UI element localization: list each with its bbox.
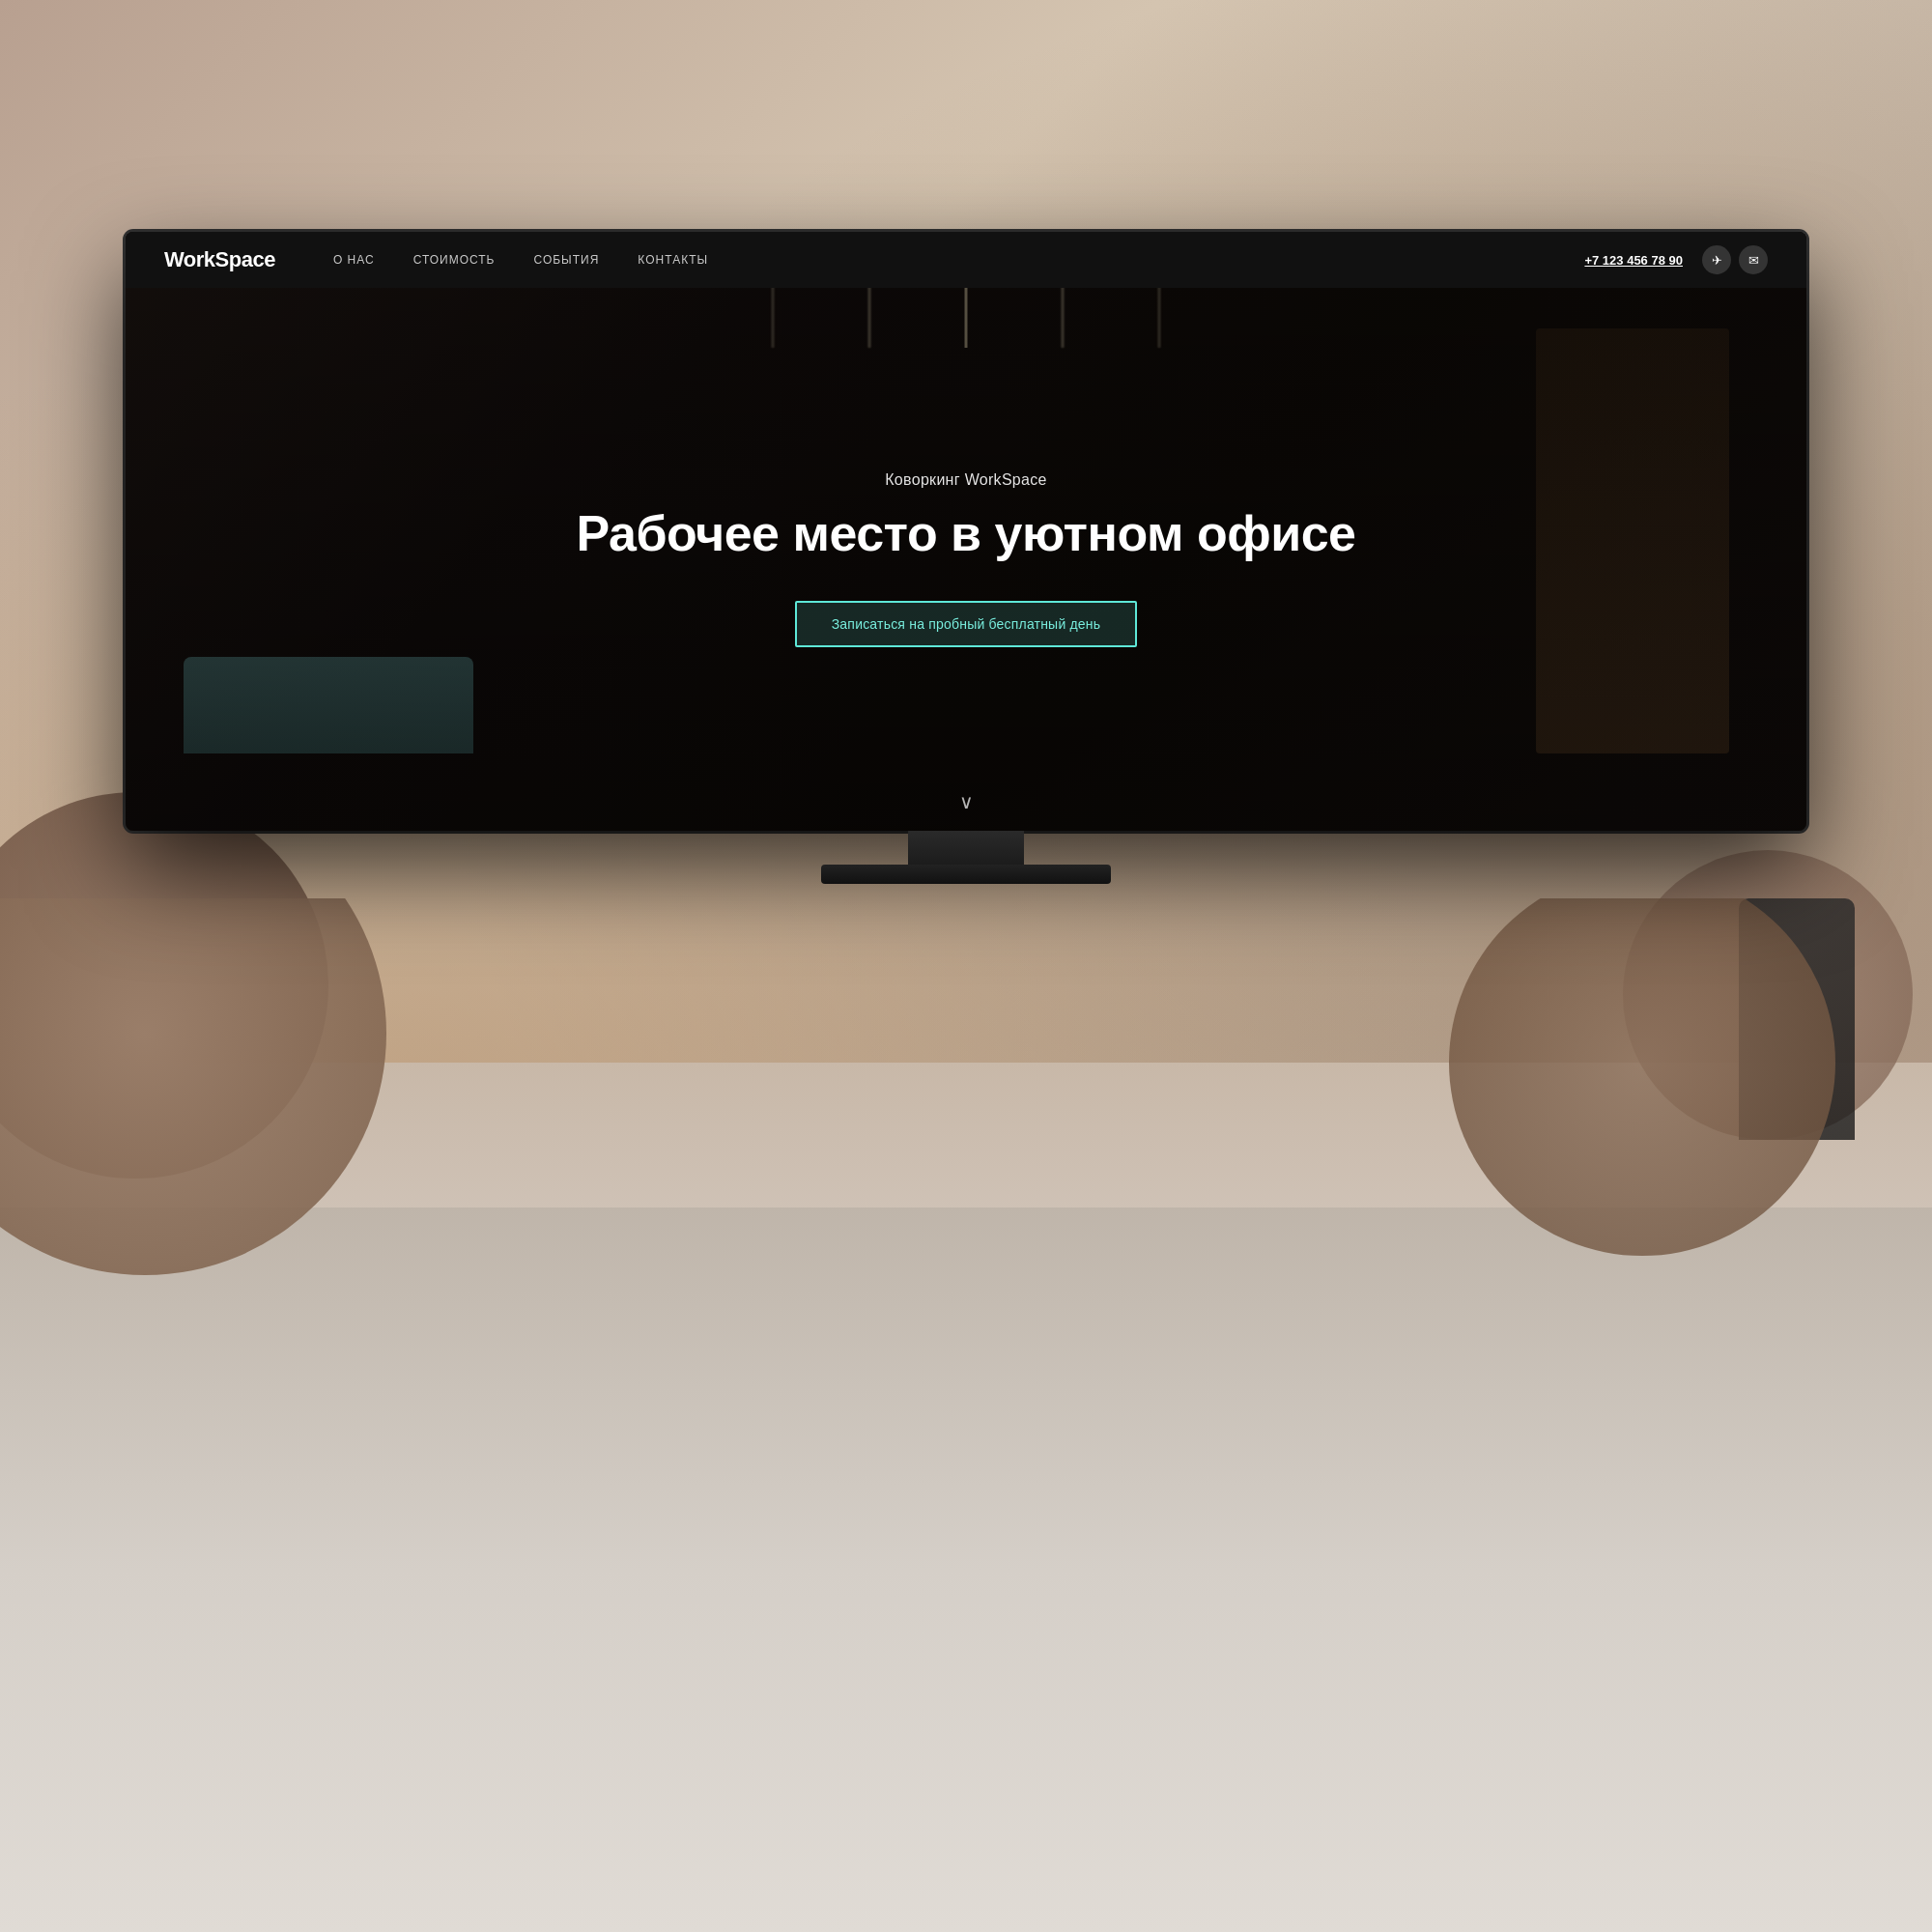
telegram-icon-button[interactable]: ✈ bbox=[1702, 245, 1731, 274]
nav-logo[interactable]: WorkSpace bbox=[164, 247, 275, 272]
monitor-base bbox=[821, 865, 1111, 884]
email-icon-button[interactable]: ✉ bbox=[1739, 245, 1768, 274]
scroll-indicator[interactable]: ∨ bbox=[959, 790, 974, 813]
nav-link-contacts[interactable]: КОНТАКТЫ bbox=[638, 253, 708, 267]
nav-link-events[interactable]: СОБЫТИЯ bbox=[534, 253, 600, 267]
hero-title: Рабочее место в уютном офисе bbox=[577, 506, 1356, 561]
nav-social-icons: ✈ ✉ bbox=[1702, 245, 1768, 274]
hero-cta-button[interactable]: Записаться на пробный бесплатный день bbox=[795, 601, 1138, 647]
nav-links: О НАС СТОИМОСТЬ СОБЫТИЯ КОНТАКТЫ bbox=[333, 253, 1585, 267]
nav-link-pricing[interactable]: СТОИМОСТЬ bbox=[413, 253, 496, 267]
bottom-background bbox=[0, 898, 1932, 1932]
hero-content: Коворкинг WorkSpace Рабочее место в уютн… bbox=[126, 288, 1806, 831]
navbar: WorkSpace О НАС СТОИМОСТЬ СОБЫТИЯ КОНТАК… bbox=[126, 232, 1806, 288]
bottom-floor bbox=[0, 1208, 1932, 1932]
monitor-stand bbox=[908, 831, 1024, 869]
hero-subtitle: Коворкинг WorkSpace bbox=[885, 471, 1047, 489]
website: WorkSpace О НАС СТОИМОСТЬ СОБЫТИЯ КОНТАК… bbox=[126, 232, 1806, 831]
bottom-table-right bbox=[1449, 898, 1835, 1256]
nav-phone[interactable]: +7 123 456 78 90 bbox=[1584, 253, 1683, 268]
monitor: WorkSpace О НАС СТОИМОСТЬ СОБЫТИЯ КОНТАК… bbox=[126, 232, 1806, 831]
nav-link-about[interactable]: О НАС bbox=[333, 253, 375, 267]
